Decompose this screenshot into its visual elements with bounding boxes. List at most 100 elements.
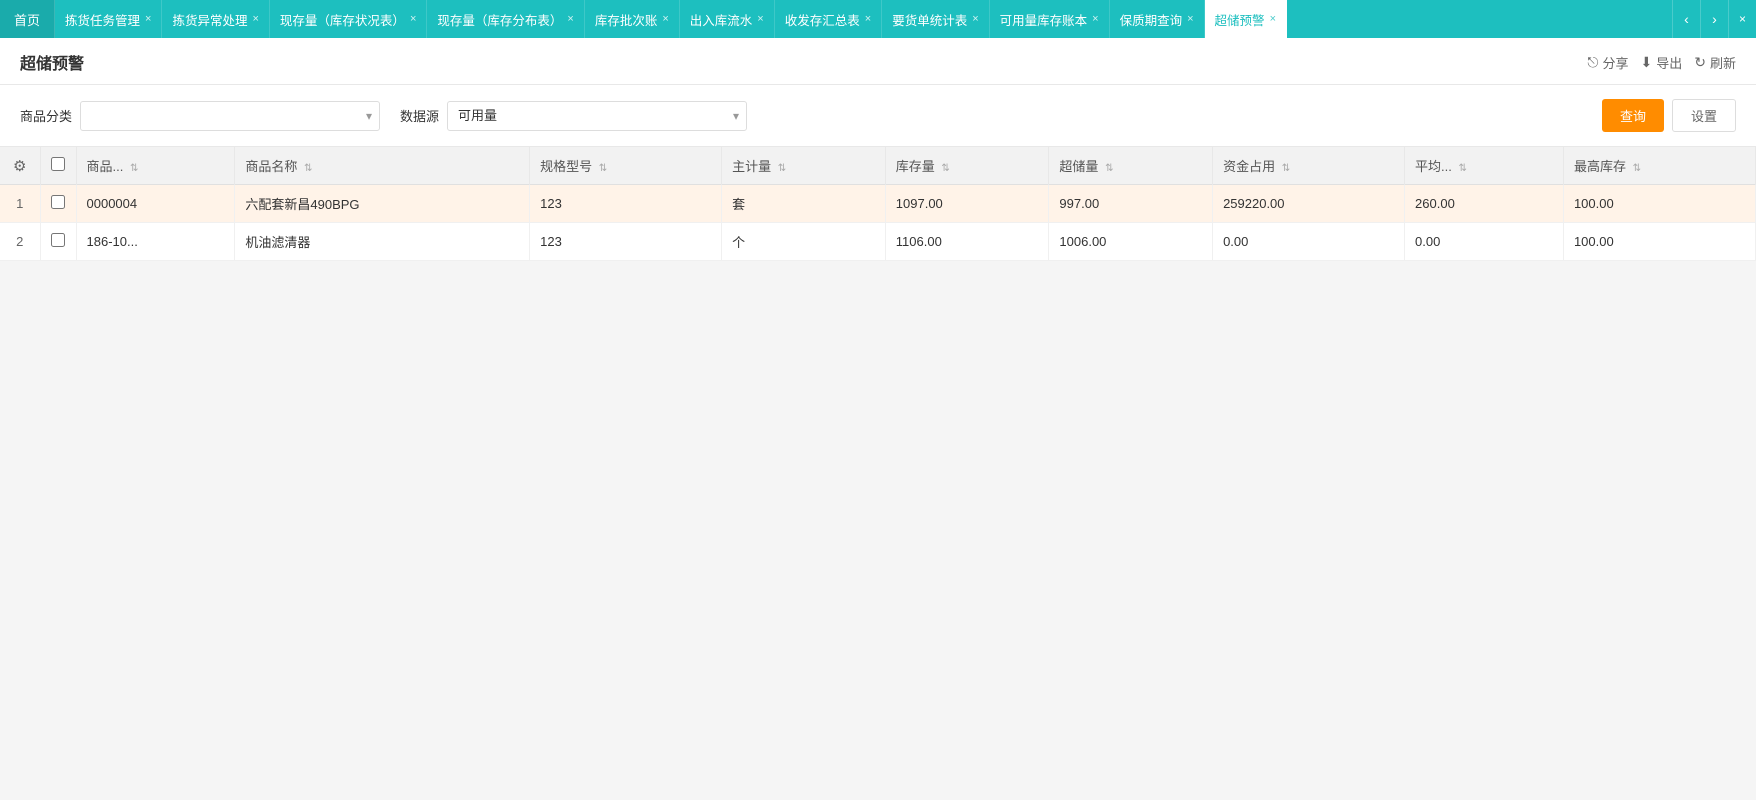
col-header-product-name[interactable]: 商品名称 ⇅	[235, 147, 530, 185]
tab-inout-flow[interactable]: 出入库流水 ×	[680, 0, 775, 38]
cell-capital: 259220.00	[1213, 185, 1405, 223]
col-header-max-stock[interactable]: 最高库存 ⇅	[1563, 147, 1755, 185]
close-tab-11[interactable]: ×	[1270, 13, 1276, 25]
col-header-checkbox	[40, 147, 76, 185]
header-actions: ⎋ 分享 ⬇ 导出 ↻ 刷新	[1587, 53, 1736, 72]
tab-overstock-warning[interactable]: 超储预警 ×	[1205, 0, 1287, 38]
cell-avg: 260.00	[1405, 185, 1564, 223]
col-header-product-code[interactable]: 商品... ⇅	[76, 147, 235, 185]
cell-product-code: 186-10...	[76, 223, 235, 261]
cell-product-name: 机油滤清器	[235, 223, 530, 261]
sort-icon-avg: ⇅	[1459, 163, 1467, 174]
gear-icon[interactable]: ⚙	[13, 158, 26, 175]
refresh-button[interactable]: ↻ 刷新	[1694, 53, 1736, 72]
nav-prev-arrow[interactable]: ‹	[1672, 0, 1700, 38]
datasource-select[interactable]: 可用量 库存量	[447, 101, 747, 131]
close-tab-10[interactable]: ×	[1187, 13, 1193, 25]
tab-order-stats[interactable]: 要货单统计表 ×	[882, 0, 989, 38]
col-header-unit[interactable]: 主计量 ⇅	[722, 147, 886, 185]
export-button[interactable]: ⬇ 导出	[1641, 53, 1683, 72]
close-tab-6[interactable]: ×	[757, 13, 763, 25]
close-tab-1[interactable]: ×	[145, 13, 151, 25]
top-navigation: 首页 拣货任务管理 × 拣货异常处理 × 现存量（库存状况表） × 现存量（库存…	[0, 0, 1756, 38]
table-row: 1 0000004 六配套新昌490BPG 123 套 1097.00 997.…	[0, 185, 1756, 223]
data-table: ⚙ 商品... ⇅ 商品名称 ⇅ 规格型号 ⇅ 主计量	[0, 147, 1756, 261]
row-checkbox-cell	[40, 223, 76, 261]
datasource-select-wrapper: 可用量 库存量 ▾	[447, 101, 747, 131]
row-checkbox[interactable]	[51, 233, 65, 247]
close-tab-4[interactable]: ×	[567, 13, 573, 25]
close-tab-9[interactable]: ×	[1092, 13, 1098, 25]
cell-stock: 1106.00	[885, 223, 1049, 261]
nav-close-arrow[interactable]: ×	[1728, 0, 1756, 38]
tab-quality-query[interactable]: 保质期查询 ×	[1110, 0, 1205, 38]
datasource-label: 数据源	[400, 106, 439, 125]
tab-available-ledger[interactable]: 可用量库存账本 ×	[990, 0, 1110, 38]
sort-icon-spec: ⇅	[599, 163, 607, 174]
page-title: 超储预警	[20, 50, 84, 74]
nav-arrows: ‹ › ×	[1672, 0, 1756, 38]
close-tab-5[interactable]: ×	[662, 13, 668, 25]
col-header-settings: ⚙	[0, 147, 40, 185]
category-select-wrapper: ▾	[80, 101, 380, 131]
filter-buttons: 查询 设置	[1602, 99, 1736, 132]
table-row: 2 186-10... 机油滤清器 123 个 1106.00 1006.00 …	[0, 223, 1756, 261]
row-number: 2	[0, 223, 40, 261]
row-number: 1	[0, 185, 40, 223]
col-header-capital[interactable]: 资金占用 ⇅	[1213, 147, 1405, 185]
filter-area: 商品分类 ▾ 数据源 可用量 库存量 ▾ 查询 设置	[0, 85, 1756, 147]
cell-spec: 123	[530, 223, 722, 261]
select-all-checkbox[interactable]	[51, 157, 65, 171]
category-label: 商品分类	[20, 106, 72, 125]
cell-max-stock: 100.00	[1563, 185, 1755, 223]
tab-inventory-status[interactable]: 现存量（库存状况表） ×	[270, 0, 427, 38]
table-container: ⚙ 商品... ⇅ 商品名称 ⇅ 规格型号 ⇅ 主计量	[0, 147, 1756, 261]
cell-unit: 套	[722, 185, 886, 223]
tab-inventory-distribution[interactable]: 现存量（库存分布表） ×	[427, 0, 584, 38]
nav-next-arrow[interactable]: ›	[1700, 0, 1728, 38]
col-header-overstock[interactable]: 超储量 ⇅	[1049, 147, 1213, 185]
export-icon: ⬇	[1641, 54, 1653, 71]
refresh-icon: ↻	[1694, 54, 1706, 71]
datasource-filter-group: 数据源 可用量 库存量 ▾	[400, 101, 747, 131]
share-icon: ⎋	[1587, 54, 1598, 71]
settings-button[interactable]: 设置	[1672, 99, 1736, 132]
col-header-spec[interactable]: 规格型号 ⇅	[530, 147, 722, 185]
sort-icon-capital: ⇅	[1282, 163, 1290, 174]
cell-spec: 123	[530, 185, 722, 223]
close-tab-2[interactable]: ×	[252, 13, 258, 25]
sort-icon-max-stock: ⇅	[1633, 163, 1641, 174]
tab-batch-account[interactable]: 库存批次账 ×	[585, 0, 680, 38]
cell-product-name: 六配套新昌490BPG	[235, 185, 530, 223]
category-select[interactable]	[80, 101, 380, 131]
cell-capital: 0.00	[1213, 223, 1405, 261]
row-checkbox-cell	[40, 185, 76, 223]
table-header-row: ⚙ 商品... ⇅ 商品名称 ⇅ 规格型号 ⇅ 主计量	[0, 147, 1756, 185]
col-header-avg[interactable]: 平均... ⇅	[1405, 147, 1564, 185]
row-checkbox[interactable]	[51, 195, 65, 209]
nav-home[interactable]: 首页	[0, 0, 55, 38]
cell-stock: 1097.00	[885, 185, 1049, 223]
category-filter-group: 商品分类 ▾	[20, 101, 380, 131]
cell-overstock: 1006.00	[1049, 223, 1213, 261]
sort-icon-stock: ⇅	[941, 163, 949, 174]
sort-icon-product-code: ⇅	[130, 163, 138, 174]
tab-task-management[interactable]: 拣货任务管理 ×	[55, 0, 162, 38]
sort-icon-unit: ⇅	[778, 163, 786, 174]
close-tab-7[interactable]: ×	[865, 13, 871, 25]
tab-receipt-summary[interactable]: 收发存汇总表 ×	[775, 0, 882, 38]
query-button[interactable]: 查询	[1602, 99, 1664, 132]
cell-unit: 个	[722, 223, 886, 261]
close-tab-8[interactable]: ×	[972, 13, 978, 25]
close-tab-3[interactable]: ×	[410, 13, 416, 25]
cell-overstock: 997.00	[1049, 185, 1213, 223]
share-button[interactable]: ⎋ 分享	[1587, 53, 1628, 72]
page-header: 超储预警 ⎋ 分享 ⬇ 导出 ↻ 刷新	[0, 38, 1756, 85]
cell-product-code: 0000004	[76, 185, 235, 223]
sort-icon-overstock: ⇅	[1105, 163, 1113, 174]
cell-avg: 0.00	[1405, 223, 1564, 261]
cell-max-stock: 100.00	[1563, 223, 1755, 261]
tab-exception-processing[interactable]: 拣货异常处理 ×	[162, 0, 269, 38]
col-header-stock[interactable]: 库存量 ⇅	[885, 147, 1049, 185]
sort-icon-product-name: ⇅	[304, 163, 312, 174]
